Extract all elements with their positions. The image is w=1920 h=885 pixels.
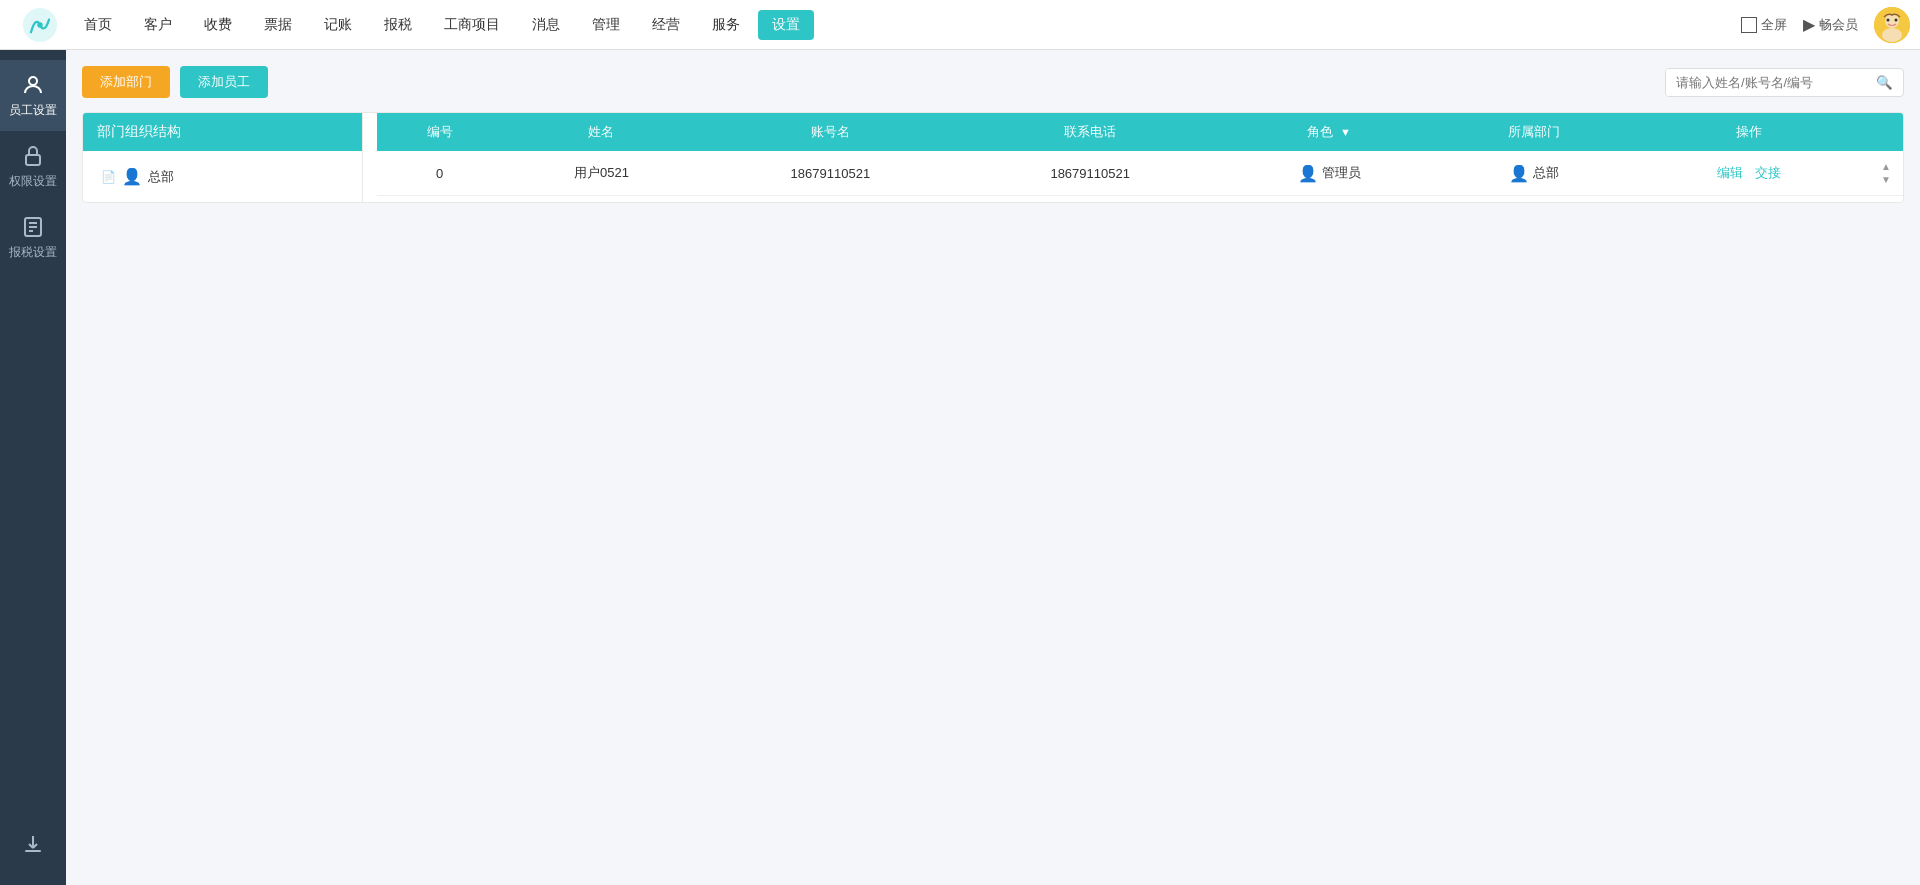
- search-icon: 🔍: [1876, 75, 1893, 90]
- svg-point-5: [1887, 18, 1890, 21]
- person-icon: [20, 72, 46, 98]
- nav-item-管理[interactable]: 管理: [578, 10, 634, 40]
- dept-panel: 部门组织结构 📄 👤 总部: [83, 113, 363, 202]
- cell-name: 用户0521: [502, 151, 700, 196]
- svg-point-7: [29, 77, 37, 85]
- nav-item-服务[interactable]: 服务: [698, 10, 754, 40]
- role-filter-icon[interactable]: ▼: [1340, 126, 1351, 138]
- sidebar-item-tax[interactable]: 报税设置: [0, 202, 66, 273]
- sidebar-label-tax: 报税设置: [9, 244, 57, 261]
- svg-point-4: [1882, 28, 1902, 42]
- file-icon: 📄: [101, 170, 116, 184]
- download-icon: [20, 831, 46, 857]
- col-header-id: 编号: [377, 113, 502, 151]
- sidebar-item-permission[interactable]: 权限设置: [0, 131, 66, 202]
- dept-panel-header: 部门组织结构: [83, 113, 362, 151]
- svg-rect-8: [26, 155, 40, 165]
- sidebar-item-employee[interactable]: 员工设置: [0, 60, 66, 131]
- nav-item-首页[interactable]: 首页: [70, 10, 126, 40]
- top-nav: 首页客户收费票据记账报税工商项目消息管理经营服务设置 全屏 ▶ 畅会员: [0, 0, 1920, 50]
- search-input[interactable]: [1666, 69, 1866, 96]
- cell-actions: 编辑 交接: [1629, 151, 1869, 196]
- content-area: 部门组织结构 📄 👤 总部 编号 姓名 账号名: [82, 112, 1904, 203]
- avatar[interactable]: [1874, 7, 1910, 43]
- nav-items: 首页客户收费票据记账报税工商项目消息管理经营服务设置: [70, 10, 1741, 40]
- action-交接[interactable]: 交接: [1755, 165, 1781, 180]
- fullscreen-icon: [1741, 17, 1757, 33]
- vip-label: 畅会员: [1819, 16, 1858, 34]
- report-icon: [20, 214, 46, 240]
- emp-panel: 编号 姓名 账号名 联系电话 角色 ▼ 所属部门 操作: [377, 113, 1903, 202]
- nav-item-客户[interactable]: 客户: [130, 10, 186, 40]
- sidebar-label-permission: 权限设置: [9, 173, 57, 190]
- dept-user-icon: 👤: [122, 167, 142, 186]
- logo[interactable]: [10, 7, 70, 43]
- cell-phone: 18679110521: [960, 151, 1220, 196]
- col-header-action: 操作: [1629, 113, 1869, 151]
- sidebar-label-employee: 员工设置: [9, 102, 57, 119]
- col-header-role: 角色 ▼: [1220, 113, 1438, 151]
- nav-item-经营[interactable]: 经营: [638, 10, 694, 40]
- table-header-row: 编号 姓名 账号名 联系电话 角色 ▼ 所属部门 操作: [377, 113, 1903, 151]
- dept-value: 总部: [1533, 164, 1559, 182]
- vip-button[interactable]: ▶ 畅会员: [1803, 15, 1858, 34]
- table-row: 0 用户0521 18679110521 18679110521 👤 管理员 👤…: [377, 151, 1903, 196]
- search-button[interactable]: 🔍: [1866, 69, 1903, 96]
- cell-scroll: ▲ ▼: [1869, 151, 1903, 196]
- nav-item-设置[interactable]: 设置: [758, 10, 814, 40]
- cell-id: 0: [377, 151, 502, 196]
- cell-role: 👤 管理员: [1220, 151, 1438, 196]
- cell-account: 18679110521: [700, 151, 960, 196]
- sidebar: 员工设置 权限设置 报税设置: [0, 50, 66, 885]
- nav-item-消息[interactable]: 消息: [518, 10, 574, 40]
- nav-right: 全屏 ▶ 畅会员: [1741, 7, 1910, 43]
- role-icon: 👤: [1298, 164, 1318, 183]
- sidebar-bottom: [14, 819, 52, 885]
- search-bar: 🔍: [1665, 68, 1904, 97]
- dept-icon: 👤: [1509, 164, 1529, 183]
- nav-item-记账[interactable]: 记账: [310, 10, 366, 40]
- vip-icon: ▶: [1803, 15, 1815, 34]
- lock-icon: [20, 143, 46, 169]
- col-header-name: 姓名: [502, 113, 700, 151]
- add-dept-button[interactable]: 添加部门: [82, 66, 170, 98]
- svg-point-6: [1895, 18, 1898, 21]
- nav-item-票据[interactable]: 票据: [250, 10, 306, 40]
- role-value: 管理员: [1322, 164, 1361, 182]
- toolbar: 添加部门 添加员工 🔍: [82, 66, 1904, 98]
- nav-item-报税[interactable]: 报税: [370, 10, 426, 40]
- nav-item-工商项目[interactable]: 工商项目: [430, 10, 514, 40]
- layout: 员工设置 权限设置 报税设置: [0, 50, 1920, 885]
- col-header-account: 账号名: [700, 113, 960, 151]
- fullscreen-button[interactable]: 全屏: [1741, 16, 1787, 34]
- svg-rect-13: [25, 850, 41, 852]
- main-content: 添加部门 添加员工 🔍 部门组织结构 📄 👤 总部: [66, 50, 1920, 885]
- emp-table: 编号 姓名 账号名 联系电话 角色 ▼ 所属部门 操作: [377, 113, 1903, 196]
- dept-tree-item-root[interactable]: 📄 👤 总部: [93, 161, 352, 192]
- scroll-down-icon[interactable]: ▼: [1881, 174, 1891, 185]
- fullscreen-label: 全屏: [1761, 16, 1787, 34]
- col-header-dept: 所属部门: [1438, 113, 1629, 151]
- dept-name-root: 总部: [148, 168, 174, 186]
- cell-dept: 👤 总部: [1438, 151, 1629, 196]
- col-header-phone: 联系电话: [960, 113, 1220, 151]
- col-header-scroll: [1869, 113, 1903, 151]
- scroll-up-icon[interactable]: ▲: [1881, 161, 1891, 172]
- sidebar-item-download[interactable]: [14, 819, 52, 869]
- nav-item-收费[interactable]: 收费: [190, 10, 246, 40]
- action-编辑[interactable]: 编辑: [1717, 165, 1743, 180]
- add-emp-button[interactable]: 添加员工: [180, 66, 268, 98]
- dept-tree: 📄 👤 总部: [83, 151, 362, 202]
- svg-point-1: [37, 22, 42, 27]
